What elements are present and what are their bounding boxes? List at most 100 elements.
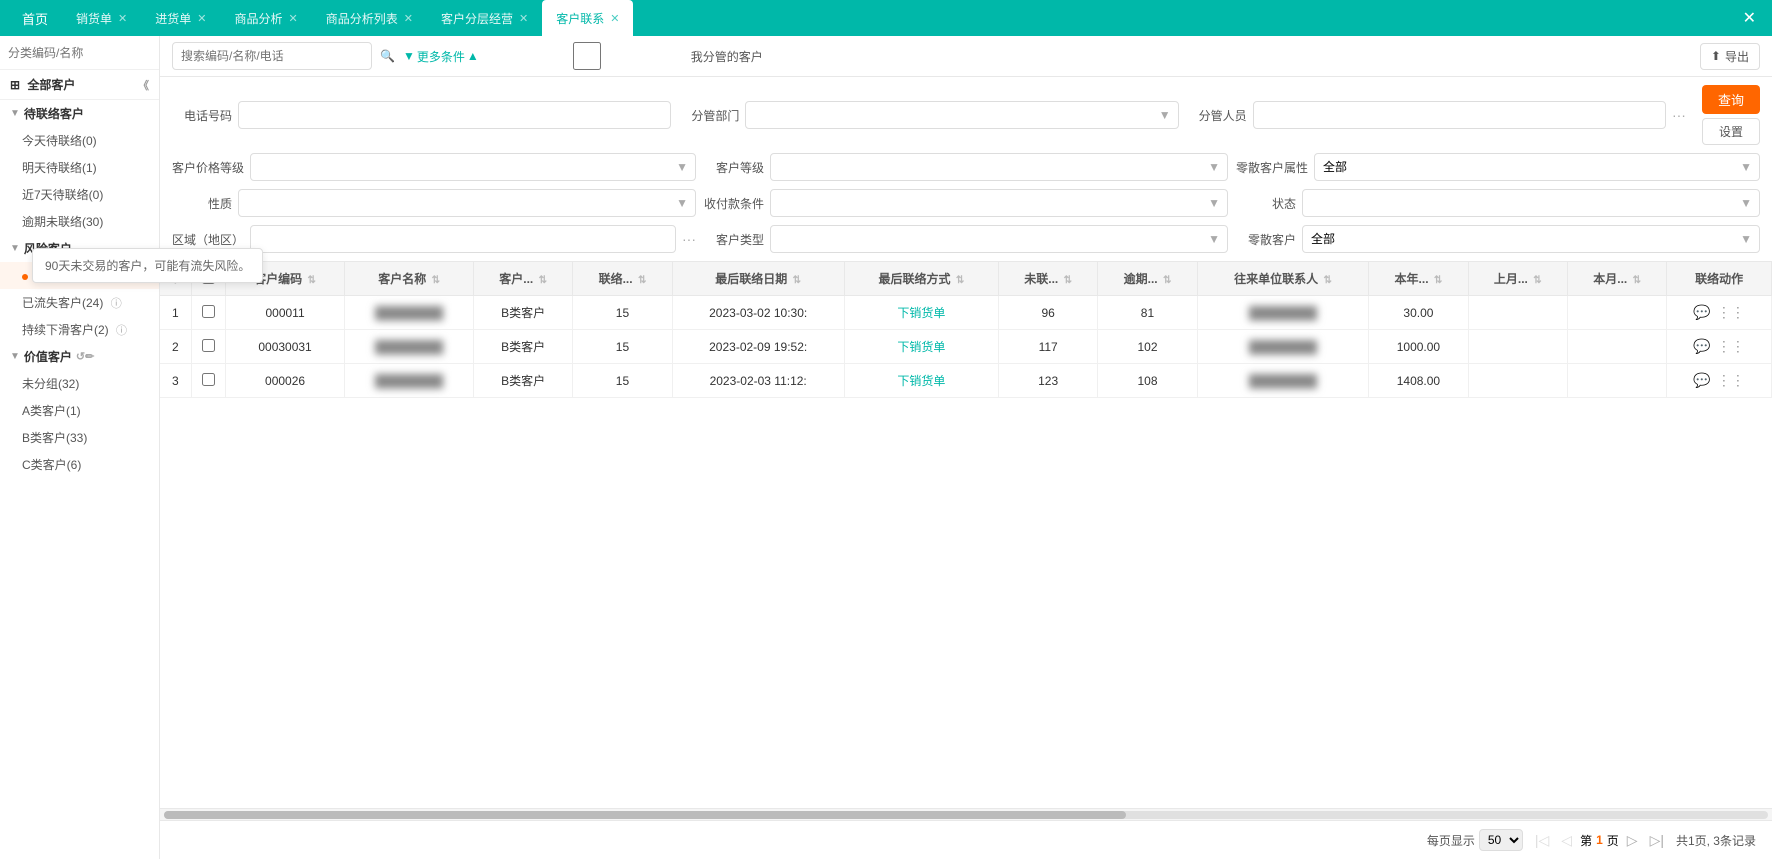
row2-more-icon[interactable]: ⋮⋮ [1717,338,1745,355]
filter-zero-attr: 零散客户属性 全部 ▼ [1236,153,1760,181]
row2-checkbox[interactable] [202,339,215,352]
row1-type: B类客户 [473,296,572,330]
toolbar-search-icon[interactable]: 🔍 [380,49,395,63]
value-edit-icon[interactable]: ✏ [85,350,94,363]
close-customer-contact-tab-icon[interactable]: ✕ [610,12,619,25]
th-last-method-sort-icon[interactable]: ⇅ [956,275,964,286]
sidebar-collapse-icon[interactable]: 《 [138,77,149,93]
th-this-year-label: 本年... [1395,272,1429,286]
region-more-icon[interactable]: ··· [682,231,696,247]
my-customers-checkbox[interactable]: 我分管的客户 [487,42,763,70]
sidebar-item-unsorted[interactable]: 未分组(32) [0,370,159,397]
per-page-select[interactable]: 50 [1479,829,1523,851]
th-contact-count-sort-icon[interactable]: ⇅ [638,275,646,286]
status-select-wrapper: ▼ [1302,189,1760,217]
first-page-button[interactable]: |◁ [1531,832,1553,849]
last-page-button[interactable]: ▷| [1646,832,1668,849]
tab-analysis[interactable]: 商品分析 ✕ [220,0,311,36]
payment-label: 收付款条件 [704,195,764,212]
row1-more-icon[interactable]: ⋮⋮ [1717,304,1745,321]
row1-last-method-link[interactable]: 下销货单 [897,306,945,320]
row3-chat-icon[interactable]: 💬 [1693,372,1710,389]
th-last-date: 最后联络日期 ⇅ [672,262,844,296]
sidebar-item-today-contact[interactable]: 今天待联络(0) [0,127,159,154]
zero-attr-select-wrapper: 全部 ▼ [1314,153,1760,181]
home-tab[interactable]: 首页 [8,9,62,28]
row3-checkbox[interactable] [202,373,215,386]
status-select[interactable] [1302,189,1760,217]
person-input[interactable] [1253,101,1666,129]
search-input[interactable] [172,42,372,70]
group-pending-contact[interactable]: ▼ 待联络客户 [0,100,159,127]
settings-button[interactable]: 设置 [1702,118,1760,145]
close-analysis-tab-icon[interactable]: ✕ [289,12,298,25]
payment-select[interactable] [770,189,1228,217]
row1-chat-icon[interactable]: 💬 [1693,304,1710,321]
th-overdue-sort-icon[interactable]: ⇅ [1163,275,1171,286]
sidebar-item-week-contact[interactable]: 近7天待联络(0) [0,181,159,208]
th-code-sort-icon[interactable]: ⇅ [308,275,316,286]
horizontal-scrollbar[interactable] [160,808,1772,820]
customer-level-select[interactable] [770,153,1228,181]
my-customers-checkbox-input[interactable] [487,42,687,70]
th-this-month-sort-icon[interactable]: ⇅ [1633,275,1641,286]
customer-type-select[interactable] [770,225,1228,253]
row3-more-icon[interactable]: ⋮⋮ [1717,372,1745,389]
sidebar-search-input[interactable] [8,46,160,60]
row2-chat-icon[interactable]: 💬 [1693,338,1710,355]
tab-analysis-list[interactable]: 商品分析列表 ✕ [312,0,427,36]
per-page-label: 每页显示 [1427,832,1475,849]
sidebar-item-b-class[interactable]: B类客户(33) [0,424,159,451]
tab-purchase[interactable]: 进货单 ✕ [141,0,220,36]
more-conditions-button[interactable]: ▼ 更多条件 ▲ [403,48,479,65]
row1-name: ████████ [345,296,474,330]
export-button[interactable]: ⬆ 导出 [1700,43,1760,70]
row3-last-method-link[interactable]: 下销货单 [897,374,945,388]
th-last-date-sort-icon[interactable]: ⇅ [793,275,801,286]
th-unit-contact-sort-icon[interactable]: ⇅ [1323,275,1331,286]
price-level-label: 客户价格等级 [172,159,244,176]
close-sales-tab-icon[interactable]: ✕ [118,12,127,25]
row2-last-method-link[interactable]: 下销货单 [897,340,945,354]
row1-checkbox[interactable] [202,305,215,318]
sidebar-item-overdue-contact[interactable]: 逾期未联络(30) [0,208,159,235]
scrollbar-thumb[interactable] [164,811,1126,819]
person-more-icon[interactable]: ··· [1672,107,1686,123]
prev-page-button[interactable]: ◁ [1557,832,1576,849]
close-customer-tier-tab-icon[interactable]: ✕ [519,12,528,25]
th-this-year-sort-icon[interactable]: ⇅ [1434,275,1442,286]
group-value-customers[interactable]: ▼ 价值客户 ↺ ✏ [0,343,159,370]
nature-label: 性质 [172,195,232,212]
sidebar-item-a-class[interactable]: A类客户(1) [0,397,159,424]
th-type-sort-icon[interactable]: ⇅ [539,275,547,286]
th-last-month-sort-icon[interactable]: ⇅ [1533,275,1541,286]
price-level-select[interactable] [250,153,696,181]
zero-attr-select[interactable]: 全部 [1314,153,1760,181]
dept-select[interactable] [745,101,1178,129]
window-close-button[interactable]: ✕ [1735,8,1764,28]
phone-input[interactable] [238,101,671,129]
tab-sales[interactable]: 销货单 ✕ [62,0,141,36]
th-name-sort-icon[interactable]: ⇅ [432,275,440,286]
dept-label: 分管部门 [679,107,739,124]
next-page-button[interactable]: ▷ [1623,832,1642,849]
zero-retail-select[interactable]: 全部 [1302,225,1760,253]
nature-select[interactable] [238,189,696,217]
th-no-contact-sort-icon[interactable]: ⇅ [1064,275,1072,286]
sidebar-item-tomorrow-contact[interactable]: 明天待联络(1) [0,154,159,181]
query-button[interactable]: 查询 [1702,85,1760,114]
sidebar-item-c-class[interactable]: C类客户(6) [0,451,159,478]
sidebar-item-churned[interactable]: 已流失客户(24) ⓘ [0,289,159,316]
region-input[interactable] [250,225,676,253]
sidebar-item-declining[interactable]: 持续下滑客户(2) ⓘ [0,316,159,343]
declining-info-icon: ⓘ [116,325,127,337]
all-customers-item[interactable]: ⊞ 全部客户 《 [0,70,159,100]
close-purchase-tab-icon[interactable]: ✕ [197,12,206,25]
filter-row-2: 客户价格等级 ▼ 客户等级 ▼ 零散客户属性 [172,153,1760,181]
value-refresh-icon[interactable]: ↺ [76,350,85,363]
tab-customer-tier[interactable]: 客户分层经营 ✕ [427,0,542,36]
tab-customer-contact[interactable]: 客户联系 ✕ [542,0,633,36]
scrollbar-track[interactable] [164,811,1768,819]
person-label: 分管人员 [1187,107,1247,124]
close-analysis-list-tab-icon[interactable]: ✕ [404,12,413,25]
